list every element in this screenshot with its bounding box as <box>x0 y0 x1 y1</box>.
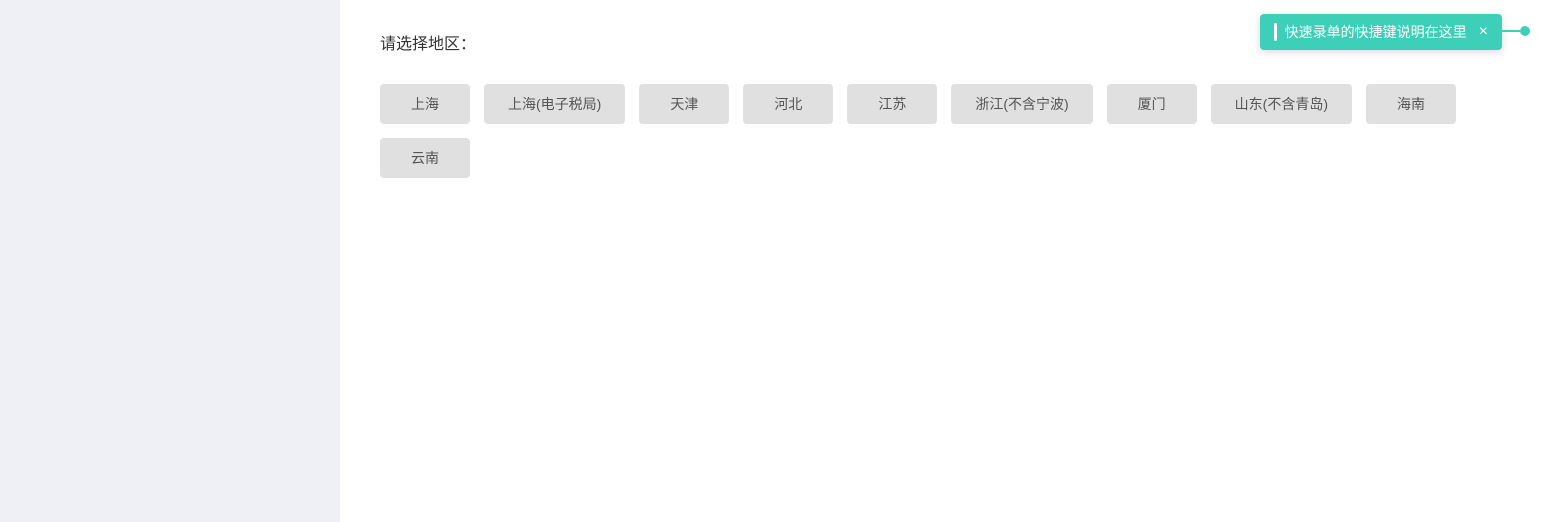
main-content: 请选择地区： 上海上海(电子税局)天津河北江苏浙江(不含宁波)厦门山东(不含青岛… <box>340 0 1562 522</box>
region-buttons: 上海上海(电子税局) 天津河北江苏浙江(不含宁波) 厦门山东(不含青岛) 海南云南 <box>380 84 1522 178</box>
region-button-hainan[interactable]: 海南 <box>1366 84 1456 124</box>
region-button-tianjin[interactable]: 天津 <box>639 84 729 124</box>
tooltip-banner: 快速录单的快捷键说明在这里 × <box>1260 14 1502 50</box>
region-button-yunnan[interactable]: 云南 <box>380 138 470 178</box>
region-button-zhejiang[interactable]: 浙江(不含宁波) <box>951 84 1092 124</box>
tooltip-close-button[interactable]: × <box>1479 24 1488 40</box>
sidebar <box>0 0 340 522</box>
region-button-jiangsu[interactable]: 江苏 <box>847 84 937 124</box>
region-button-hebei[interactable]: 河北 <box>743 84 833 124</box>
region-button-xiamen[interactable]: 厦门 <box>1107 84 1197 124</box>
tooltip-connector-line <box>1500 30 1520 32</box>
tooltip-text: 快速录单的快捷键说明在这里 <box>1285 22 1467 42</box>
region-button-shanghai[interactable]: 上海 <box>380 84 470 124</box>
region-button-shandong[interactable]: 山东(不含青岛) <box>1211 84 1352 124</box>
tooltip-connector-dot <box>1520 26 1530 36</box>
region-button-shanghai-etax[interactable]: 上海(电子税局) <box>484 84 625 124</box>
